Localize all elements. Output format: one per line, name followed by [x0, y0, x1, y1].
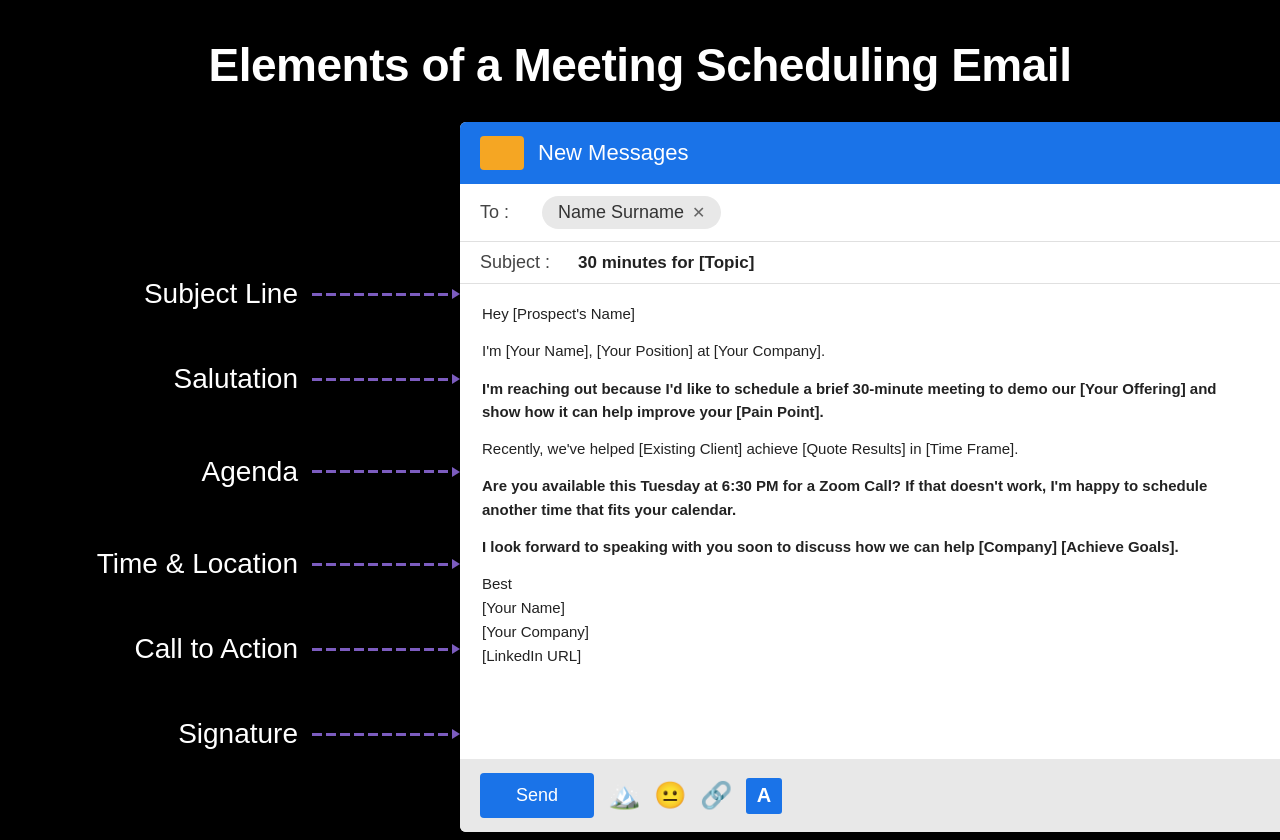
send-button[interactable]: Send [480, 773, 594, 818]
link-icon-button[interactable]: 🔗 [700, 780, 732, 811]
remove-recipient-button[interactable]: ✕ [692, 203, 705, 222]
label-row-signature: Signature [0, 718, 460, 750]
arrow-salutation [452, 374, 460, 384]
email-header: New Messages [460, 122, 1280, 184]
page-title: Elements of a Meeting Scheduling Email [0, 0, 1280, 122]
label-signature: Signature [178, 718, 298, 750]
signature-line-4: [LinkedIn URL] [482, 644, 1258, 668]
signature-block: Best [Your Name] [Your Company] [LinkedI… [482, 572, 1258, 668]
label-salutation: Salutation [173, 363, 298, 395]
label-row-agenda: Agenda [0, 456, 460, 488]
signature-line-1: Best [482, 572, 1258, 596]
label-row-time-location: Time & Location [0, 548, 460, 580]
label-row-salutation: Salutation [0, 363, 460, 395]
subject-text: 30 minutes for [Topic] [578, 253, 754, 273]
dashed-line-signature [310, 729, 460, 739]
label-agenda: Agenda [201, 456, 298, 488]
dashed-line-time [310, 559, 460, 569]
email-icon-box [480, 136, 524, 170]
email-footer: Send 🏔️ 😐 🔗 A [460, 759, 1280, 832]
email-panel: New Messages To : Name Surname ✕ Subject… [460, 122, 1280, 832]
image-icon-button[interactable]: 🏔️ [608, 780, 640, 811]
main-layout: Subject Line Salutation Agenda [0, 122, 1280, 832]
font-icon-button[interactable]: A [746, 778, 782, 814]
dashed-line-agenda [310, 467, 460, 477]
labels-panel: Subject Line Salutation Agenda [0, 122, 460, 832]
emoji-icon-button[interactable]: 😐 [654, 780, 686, 811]
signature-line-2: [Your Name] [482, 596, 1258, 620]
agenda-text: I'm reaching out because I'd like to sch… [482, 377, 1258, 424]
to-label: To : [480, 202, 530, 223]
label-time-location: Time & Location [97, 548, 298, 580]
arrow-time [452, 559, 460, 569]
social-proof-text: Recently, we've helped [Existing Client]… [482, 437, 1258, 460]
label-row-subject-line: Subject Line [0, 278, 460, 310]
signature-line-3: [Your Company] [482, 620, 1258, 644]
time-location-text: Are you available this Tuesday at 6:30 P… [482, 474, 1258, 521]
arrow-cta [452, 644, 460, 654]
dashed-line-salutation [310, 374, 460, 384]
label-row-call-to-action: Call to Action [0, 633, 460, 665]
dashed-line-subject [310, 289, 460, 299]
arrow-signature [452, 729, 460, 739]
arrow-agenda [452, 467, 460, 477]
dashed-line-cta [310, 644, 460, 654]
email-subject-row: Subject : 30 minutes for [Topic] [460, 242, 1280, 284]
call-to-action-text: I look forward to speaking with you soon… [482, 535, 1258, 558]
label-subject-line: Subject Line [144, 278, 298, 310]
email-header-title: New Messages [538, 140, 688, 166]
subject-label: Subject : [480, 252, 570, 273]
email-content: Hey [Prospect's Name] I'm [Your Name], [… [460, 284, 1280, 759]
recipient-chip[interactable]: Name Surname ✕ [542, 196, 721, 229]
arrow-subject [452, 289, 460, 299]
salutation-text: Hey [Prospect's Name] [482, 302, 1258, 325]
label-call-to-action: Call to Action [135, 633, 298, 665]
email-body: To : Name Surname ✕ Subject : 30 minutes… [460, 184, 1280, 759]
email-to-row: To : Name Surname ✕ [460, 184, 1280, 242]
intro-text: I'm [Your Name], [Your Position] at [You… [482, 339, 1258, 362]
recipient-name: Name Surname [558, 202, 684, 223]
